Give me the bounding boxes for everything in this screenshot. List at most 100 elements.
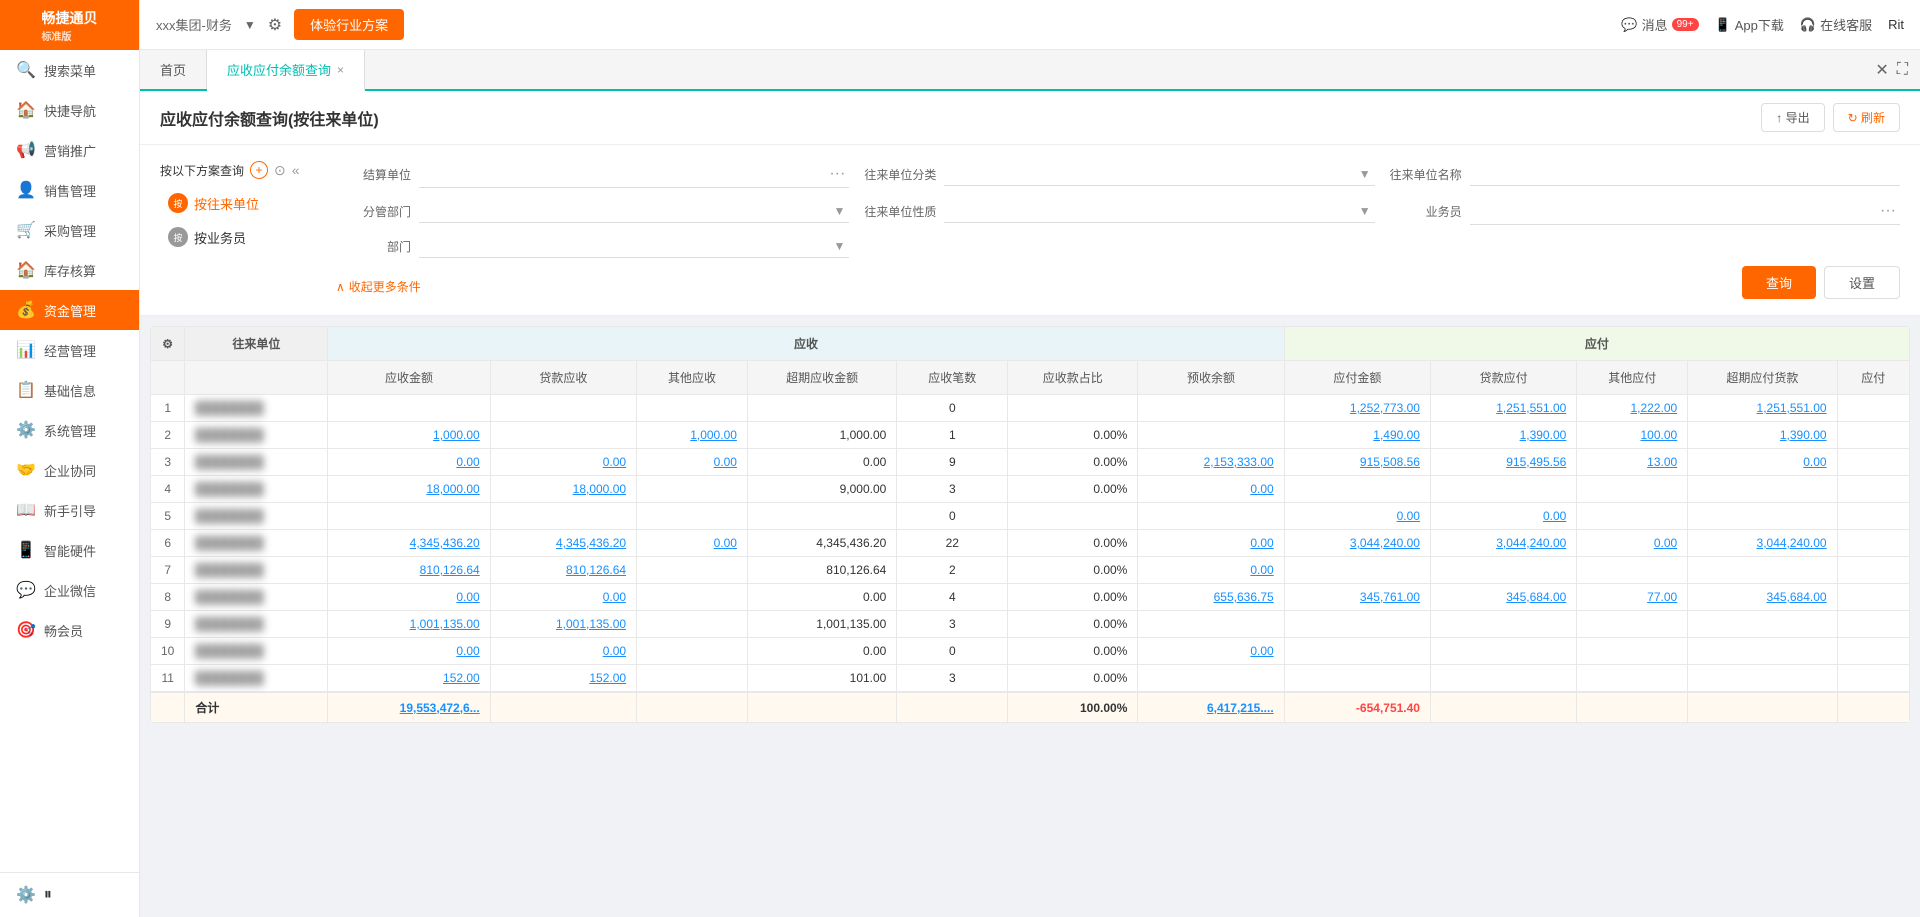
topbar: xxx集团-财务 ▼ ⚙ 体验行业方案 💬 消息 99+ 📱 App下载 🎧 在… — [140, 0, 1920, 50]
salesperson-label: 按业务员 — [194, 228, 246, 247]
sidebar-item-operation[interactable]: 📊经营管理 — [0, 330, 139, 370]
sidebar-icon-search-menu: 🔍 — [16, 60, 36, 80]
sidebar-item-search-menu[interactable]: 🔍搜索菜单 — [0, 50, 139, 90]
service-icon: 🎧 — [1800, 17, 1816, 33]
user-name[interactable]: Rit — [1888, 17, 1904, 32]
sidebar-label-member: 畅会员 — [44, 621, 83, 640]
partner-nature-label: 往来单位性质 — [861, 203, 936, 220]
sidebar-label-inventory: 库存核算 — [44, 261, 96, 280]
receivable-group-header: 应收 — [328, 327, 1284, 361]
message-item[interactable]: 💬 消息 99+ — [1621, 15, 1698, 34]
tab-current[interactable]: 应收应付余额查询 × — [207, 50, 365, 91]
gear-col-header[interactable]: ⚙ — [151, 327, 185, 361]
tab-window-expand[interactable]: ⛶ — [1897, 61, 1908, 79]
partner-name-input[interactable] — [1470, 163, 1900, 186]
row-recv-ratio: 0.00% — [1008, 584, 1138, 611]
dept-label: 部门 — [336, 238, 411, 255]
row-overdue-pay — [1688, 638, 1837, 665]
row-overdue-pay — [1688, 665, 1837, 693]
row-other-pay — [1577, 557, 1688, 584]
row-recv-ratio: 0.00% — [1008, 665, 1138, 693]
row-overdue-recv: 810,126.64 — [747, 557, 896, 584]
sidebar-label-purchase: 采购管理 — [44, 221, 96, 240]
row-recv-count: 0 — [897, 503, 1008, 530]
collapse-button[interactable]: ∧ 收起更多条件 — [336, 278, 421, 295]
row-prepay: 655,636.75 — [1138, 584, 1284, 611]
gear-icon[interactable]: ⚙ — [268, 15, 282, 35]
sidebar-item-wechat[interactable]: 💬企业微信 — [0, 570, 139, 610]
row-loan-recv — [490, 422, 636, 449]
trial-button[interactable]: 体验行业方案 — [294, 9, 404, 40]
sidebar-item-enterprise[interactable]: 🤝企业协同 — [0, 450, 139, 490]
tab-close-icon[interactable]: × — [337, 63, 344, 77]
online-service[interactable]: 🎧 在线客服 — [1800, 15, 1872, 34]
sidebar-item-quick-nav[interactable]: 🏠 快捷导航 — [0, 90, 139, 130]
settings-small-icon[interactable]: ⊙ — [274, 162, 286, 179]
row-other-pay — [1577, 665, 1688, 693]
total-prepay: 6,417,215.... — [1138, 692, 1284, 723]
table-wrapper[interactable]: ⚙ 往来单位 应收 应付 应收金额 贷款应收 其他应收 超期应收金额 — [150, 326, 1910, 723]
sidebar-label-quick-nav: 快捷导航 — [44, 101, 96, 120]
collapse-icon[interactable]: ⏸ — [44, 886, 52, 904]
row-no: 8 — [151, 584, 185, 611]
row-other-recv — [637, 476, 748, 503]
row-recv-ratio: 0.00% — [1008, 557, 1138, 584]
row-other-recv — [637, 503, 748, 530]
partner-nature-select[interactable]: ▼ — [944, 200, 1374, 223]
row-overdue-pay — [1688, 557, 1837, 584]
total-overdue-pay — [1688, 692, 1837, 723]
sidebar-item-sales[interactable]: 👤销售管理 — [0, 170, 139, 210]
total-other-recv — [637, 692, 748, 723]
row-loan-recv: 0.00 — [490, 584, 636, 611]
row-partner-name: ████████ — [185, 611, 328, 638]
row-overdue-recv: 9,000.00 — [747, 476, 896, 503]
action-buttons: 查询 设置 — [1742, 266, 1900, 299]
table-row: 6 ████████ 4,345,436.20 4,345,436.20 0.0… — [151, 530, 1910, 557]
table-row: 5 ████████ 0 0.00 0.00 — [151, 503, 1910, 530]
sidebar-item-system[interactable]: ⚙️系统管理 — [0, 410, 139, 450]
dept-mgr-select[interactable]: ▼ — [419, 200, 849, 223]
tab-home[interactable]: 首页 — [140, 50, 207, 89]
collapse-left-icon[interactable]: « — [292, 162, 300, 178]
field-dept: 部门 ▼ — [336, 235, 849, 258]
sidebar-item-hardware[interactable]: 📱智能硬件 — [0, 530, 139, 570]
sidebar-item-finance[interactable]: 💰资金管理 — [0, 290, 139, 330]
tab-home-label: 首页 — [160, 60, 186, 79]
sidebar-icon-quick-nav: 🏠 — [16, 100, 36, 120]
app-download[interactable]: 📱 App下载 — [1715, 15, 1784, 34]
sidebar-item-basic[interactable]: 📋基础信息 — [0, 370, 139, 410]
sidebar-item-inventory[interactable]: 🏠库存核算 — [0, 250, 139, 290]
sidebar-item-marketing[interactable]: 📢营销推广 — [0, 130, 139, 170]
setting-button[interactable]: 设置 — [1824, 266, 1900, 299]
query-by-salesperson[interactable]: 按 按业务员 — [160, 223, 320, 251]
partner-category-select[interactable]: ▼ — [944, 163, 1374, 186]
content-area: 应收应付余额查询(按往来单位) ↑ 导出 ↻ 刷新 按以下方案查询 — [140, 91, 1920, 917]
row-other-pay: 100.00 — [1577, 422, 1688, 449]
sidebar-bottom: ⚙️ ⏸ — [0, 872, 139, 917]
row-loan-pay: 0.00 — [1430, 503, 1576, 530]
sidebar-label-system: 系统管理 — [44, 421, 96, 440]
row-other-recv — [637, 638, 748, 665]
row-other-recv — [637, 557, 748, 584]
row-loan-pay — [1430, 638, 1576, 665]
field-settlement-unit: 结算单位 ··· — [336, 161, 849, 188]
salesperson-select[interactable]: ··· — [1470, 198, 1900, 225]
settlement-unit-input[interactable]: ··· — [419, 161, 849, 188]
query-button[interactable]: 查询 — [1742, 266, 1816, 299]
row-other-pay: 1,222.00 — [1577, 395, 1688, 422]
sidebar-item-member[interactable]: 🎯畅会员 — [0, 610, 139, 650]
other-pay-col: 其他应付 — [1577, 361, 1688, 395]
add-button[interactable]: + — [250, 161, 268, 179]
dept-select[interactable]: ▼ — [419, 235, 849, 258]
query-by-partner[interactable]: 按 按往来单位 — [160, 189, 320, 217]
settings-icon[interactable]: ⚙️ — [16, 885, 36, 905]
sidebar-item-purchase[interactable]: 🛒采购管理 — [0, 210, 139, 250]
loan-recv-col: 贷款应收 — [490, 361, 636, 395]
export-button[interactable]: ↑ 导出 — [1761, 103, 1824, 132]
total-pay: -654,751.40 — [1284, 692, 1430, 723]
sidebar-item-guide[interactable]: 📖新手引导 — [0, 490, 139, 530]
dropdown-icon[interactable]: ▼ — [244, 18, 256, 32]
table-row: 8 ████████ 0.00 0.00 0.00 4 0.00% 655,63… — [151, 584, 1910, 611]
refresh-button[interactable]: ↻ 刷新 — [1833, 103, 1900, 132]
tab-window-close[interactable]: ✕ — [1875, 60, 1888, 80]
